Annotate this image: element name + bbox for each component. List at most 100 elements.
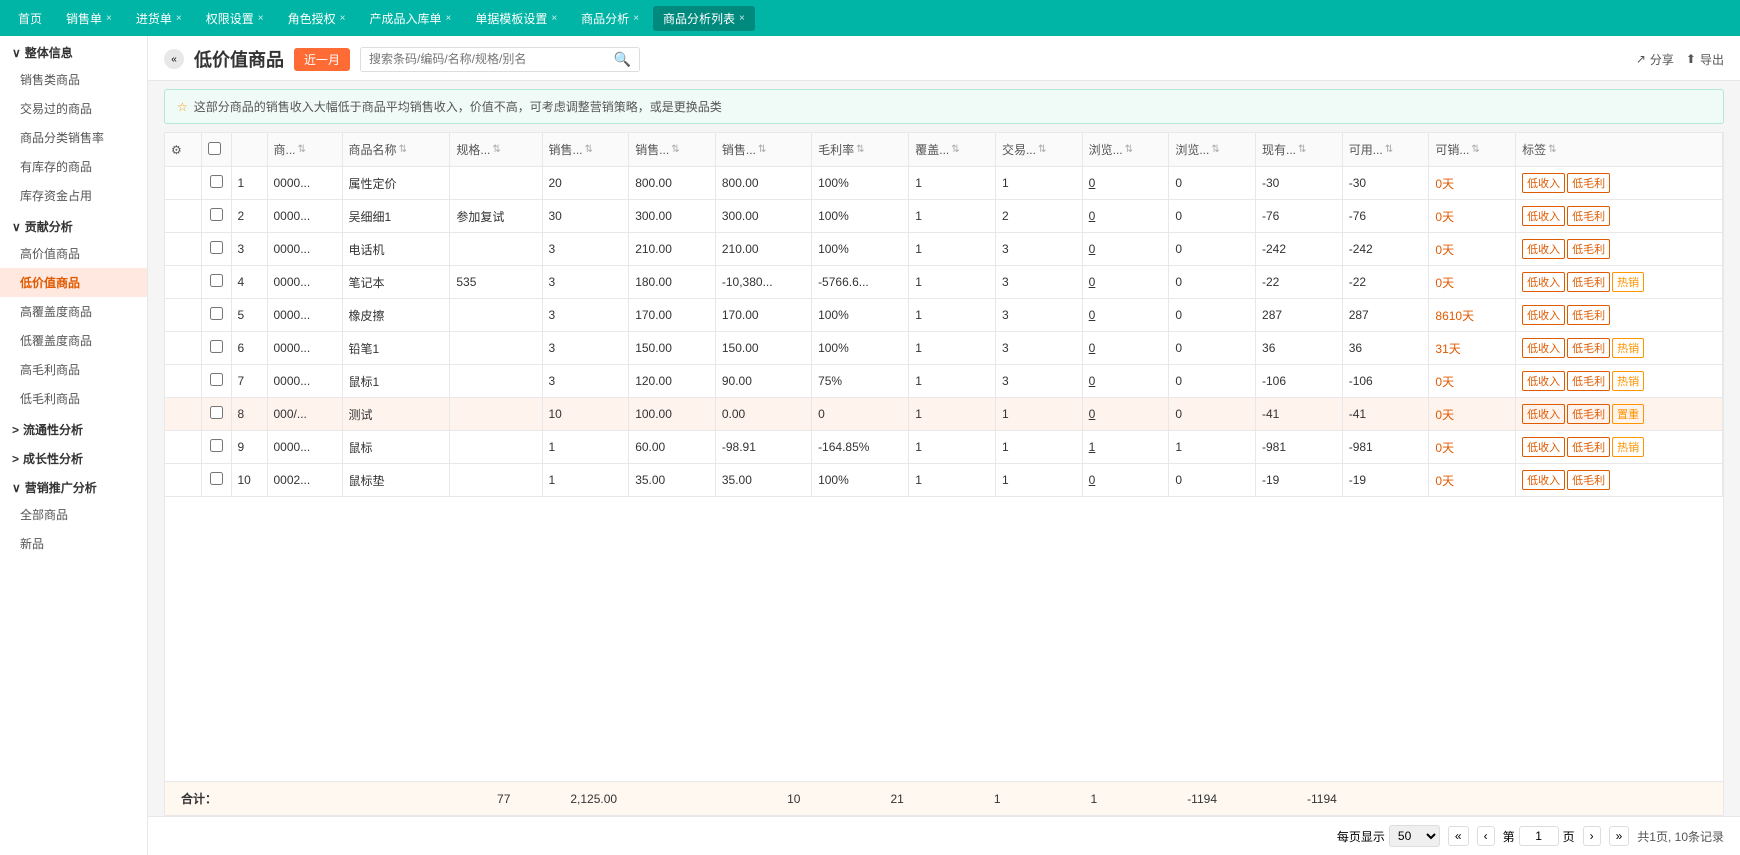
th-name[interactable]: 商品名称⇅ xyxy=(342,133,450,167)
search-icon[interactable]: 🔍 xyxy=(614,51,631,68)
view-link[interactable]: 0 xyxy=(1089,176,1096,190)
row-checkbox[interactable] xyxy=(210,439,223,452)
th-sales1[interactable]: 销售...⇅ xyxy=(542,133,629,167)
sidebar-item-category-rate[interactable]: 商品分类销售率 xyxy=(0,123,147,152)
page-input[interactable] xyxy=(1519,826,1559,846)
view-link[interactable]: 1 xyxy=(1089,440,1096,454)
th-settings[interactable]: ⚙ xyxy=(165,133,201,167)
view-link[interactable]: 0 xyxy=(1089,374,1096,388)
close-icon[interactable]: × xyxy=(176,13,182,24)
view-link[interactable]: 0 xyxy=(1089,242,1096,256)
view-link[interactable]: 0 xyxy=(1089,407,1096,421)
nav-sales[interactable]: 销售单 × xyxy=(56,6,122,31)
view-link[interactable]: 0 xyxy=(1089,275,1096,289)
close-icon[interactable]: × xyxy=(258,13,264,24)
view-link[interactable]: 0 xyxy=(1089,209,1096,223)
nav-purchase[interactable]: 进货单 × xyxy=(126,6,192,31)
view-link[interactable]: 0 xyxy=(1089,308,1096,322)
sidebar-item-high-value[interactable]: 高价值商品 xyxy=(0,239,147,268)
checkbox-cell[interactable] xyxy=(201,365,231,398)
table-wrapper[interactable]: ⚙ 商...⇅ 商品名称⇅ 规格...⇅ 销售...⇅ 销售...⇅ 销售...… xyxy=(164,132,1724,782)
sidebar-item-high-margin[interactable]: 高毛利商品 xyxy=(0,355,147,384)
row-view1[interactable]: 0 xyxy=(1082,167,1169,200)
row-checkbox[interactable] xyxy=(210,274,223,287)
sidebar-group-contribution[interactable]: ∨ 贡献分析 xyxy=(0,210,147,239)
sidebar-item-all-products[interactable]: 全部商品 xyxy=(0,500,147,529)
checkbox-cell[interactable] xyxy=(201,431,231,464)
sidebar-item-low-value[interactable]: 低价值商品 xyxy=(0,268,147,297)
row-view1[interactable]: 0 xyxy=(1082,332,1169,365)
checkbox-cell[interactable] xyxy=(201,398,231,431)
next-page-button[interactable]: › xyxy=(1583,826,1601,846)
nav-home[interactable]: 首页 xyxy=(8,6,52,31)
th-sales2[interactable]: 销售...⇅ xyxy=(629,133,716,167)
close-icon[interactable]: × xyxy=(340,13,346,24)
time-filter-button[interactable]: 近一月 xyxy=(294,48,350,71)
nav-roles[interactable]: 角色授权 × xyxy=(278,6,356,31)
sidebar-item-high-coverage[interactable]: 高覆盖度商品 xyxy=(0,297,147,326)
export-button[interactable]: ⬆ 导出 xyxy=(1686,51,1724,68)
th-code[interactable]: 商...⇅ xyxy=(267,133,342,167)
th-trade[interactable]: 交易...⇅ xyxy=(995,133,1082,167)
th-sales3[interactable]: 销售...⇅ xyxy=(715,133,811,167)
row-view1[interactable]: 0 xyxy=(1082,464,1169,497)
sidebar-item-sales-category[interactable]: 销售类商品 xyxy=(0,65,147,94)
row-view1[interactable]: 0 xyxy=(1082,233,1169,266)
nav-analysis-list[interactable]: 商品分析列表 × xyxy=(653,6,755,31)
th-tags[interactable]: 标签⇅ xyxy=(1516,133,1723,167)
th-checkbox[interactable] xyxy=(201,133,231,167)
row-checkbox[interactable] xyxy=(210,241,223,254)
nav-analysis[interactable]: 商品分析 × xyxy=(571,6,649,31)
row-view1[interactable]: 0 xyxy=(1082,398,1169,431)
checkbox-cell[interactable] xyxy=(201,200,231,233)
row-view1[interactable]: 0 xyxy=(1082,365,1169,398)
share-button[interactable]: ↗ 分享 xyxy=(1636,51,1674,68)
sidebar-item-new-products[interactable]: 新品 xyxy=(0,529,147,558)
last-page-button[interactable]: » xyxy=(1609,826,1630,846)
sidebar-item-stock-funds[interactable]: 库存资金占用 xyxy=(0,181,147,210)
sidebar-group-growth[interactable]: > 成长性分析 xyxy=(0,442,147,471)
row-view1[interactable]: 0 xyxy=(1082,266,1169,299)
row-checkbox[interactable] xyxy=(210,208,223,221)
search-input[interactable] xyxy=(369,52,608,66)
row-view1[interactable]: 0 xyxy=(1082,200,1169,233)
th-spec[interactable]: 规格...⇅ xyxy=(450,133,542,167)
sidebar-item-low-coverage[interactable]: 低覆盖度商品 xyxy=(0,326,147,355)
prev-page-button[interactable]: ‹ xyxy=(1477,826,1495,846)
sidebar-item-low-margin[interactable]: 低毛利商品 xyxy=(0,384,147,413)
checkbox-cell[interactable] xyxy=(201,464,231,497)
th-stock[interactable]: 现有...⇅ xyxy=(1256,133,1343,167)
close-icon[interactable]: × xyxy=(739,13,745,24)
row-checkbox[interactable] xyxy=(210,307,223,320)
collapse-button[interactable]: « xyxy=(164,49,184,69)
close-icon[interactable]: × xyxy=(551,13,557,24)
close-icon[interactable]: × xyxy=(445,13,451,24)
row-checkbox[interactable] xyxy=(210,340,223,353)
close-icon[interactable]: × xyxy=(633,13,639,24)
row-view1[interactable]: 0 xyxy=(1082,299,1169,332)
th-view2[interactable]: 浏览...⇅ xyxy=(1169,133,1256,167)
th-cover[interactable]: 覆盖...⇅ xyxy=(909,133,996,167)
sidebar-item-traded[interactable]: 交易过的商品 xyxy=(0,94,147,123)
row-checkbox[interactable] xyxy=(210,406,223,419)
page-size-dropdown[interactable]: 50 20 100 200 xyxy=(1389,825,1440,847)
row-checkbox[interactable] xyxy=(210,472,223,485)
checkbox-cell[interactable] xyxy=(201,299,231,332)
view-link[interactable]: 0 xyxy=(1089,341,1096,355)
nav-stock-in[interactable]: 产成品入库单 × xyxy=(359,6,461,31)
th-avail[interactable]: 可用...⇅ xyxy=(1342,133,1429,167)
sidebar-group-general[interactable]: ∨ 整体信息 xyxy=(0,36,147,65)
checkbox-cell[interactable] xyxy=(201,233,231,266)
checkbox-cell[interactable] xyxy=(201,167,231,200)
sidebar-group-circulation[interactable]: > 流通性分析 xyxy=(0,413,147,442)
view-link[interactable]: 0 xyxy=(1089,473,1096,487)
sidebar-group-marketing[interactable]: ∨ 营销推广分析 xyxy=(0,471,147,500)
row-checkbox[interactable] xyxy=(210,373,223,386)
th-gross[interactable]: 毛利率⇅ xyxy=(812,133,909,167)
checkbox-cell[interactable] xyxy=(201,332,231,365)
th-view1[interactable]: 浏览...⇅ xyxy=(1082,133,1169,167)
row-view1[interactable]: 1 xyxy=(1082,431,1169,464)
sidebar-item-with-stock[interactable]: 有库存的商品 xyxy=(0,152,147,181)
nav-permissions[interactable]: 权限设置 × xyxy=(196,6,274,31)
nav-template[interactable]: 单据模板设置 × xyxy=(465,6,567,31)
